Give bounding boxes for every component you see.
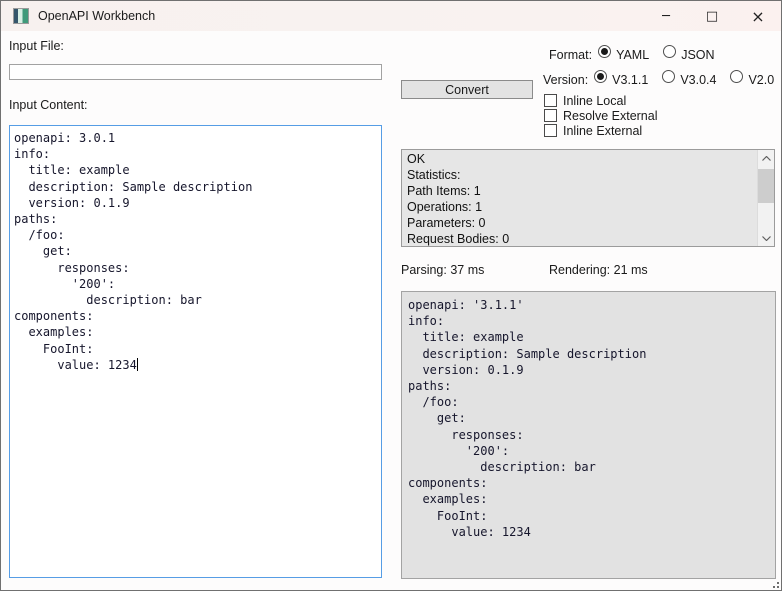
input-content-label: Input Content:: [9, 98, 88, 112]
checkbox-row-inline-external[interactable]: Inline External: [544, 123, 642, 138]
resolve-external-label[interactable]: Resolve External: [563, 109, 658, 123]
status-line: Parameters: 0: [407, 215, 774, 231]
radio-version-v304[interactable]: [662, 70, 675, 83]
format-label: Format:: [549, 48, 592, 62]
checkbox-row-inline-local[interactable]: Inline Local: [544, 93, 626, 108]
status-line: Statistics:: [407, 167, 774, 183]
radio-version-v304-label[interactable]: V3.0.4: [680, 73, 716, 87]
radio-version-v311[interactable]: [594, 70, 607, 83]
inline-external-checkbox[interactable]: [544, 124, 557, 137]
status-line: Request Bodies: 0: [407, 231, 774, 247]
titlebar[interactable]: OpenAPI Workbench ─ □ ×: [1, 1, 781, 31]
parsing-time-label: Parsing: 37 ms: [401, 263, 484, 277]
scrollbar-thumb[interactable]: [758, 169, 775, 203]
status-lines: OK Statistics: Path Items: 1 Operations:…: [402, 150, 774, 247]
input-file-label: Input File:: [9, 39, 64, 53]
app-window: OpenAPI Workbench ─ □ × Input File: Inpu…: [0, 0, 782, 591]
radio-format-json[interactable]: [663, 45, 676, 58]
status-panel: OK Statistics: Path Items: 1 Operations:…: [401, 149, 775, 247]
inline-external-label[interactable]: Inline External: [563, 124, 642, 138]
window-controls: ─ □ ×: [643, 1, 781, 31]
radio-version-v20-label[interactable]: V2.0: [748, 73, 774, 87]
status-line: Operations: 1: [407, 199, 774, 215]
window-title: OpenAPI Workbench: [38, 9, 155, 23]
input-content-editor[interactable]: openapi: 3.0.1 info: title: example desc…: [9, 125, 382, 578]
close-button[interactable]: ×: [735, 1, 781, 31]
input-file-field[interactable]: [9, 64, 382, 80]
minimize-button[interactable]: ─: [643, 1, 689, 31]
radio-format-yaml[interactable]: [598, 45, 611, 58]
radio-version-v20[interactable]: [730, 70, 743, 83]
version-row: Version: V3.1.1 V3.0.4 V2.0: [543, 72, 782, 88]
checkbox-row-resolve-external[interactable]: Resolve External: [544, 108, 658, 123]
scroll-down-icon[interactable]: [758, 230, 775, 246]
radio-version-v311-label[interactable]: V3.1.1: [612, 73, 648, 87]
rendering-time-label: Rendering: 21 ms: [549, 263, 648, 277]
scroll-up-icon[interactable]: [758, 150, 775, 166]
maximize-button[interactable]: □: [689, 1, 735, 31]
inline-local-checkbox[interactable]: [544, 94, 557, 107]
inline-local-label[interactable]: Inline Local: [563, 94, 626, 108]
resize-grip-icon[interactable]: [770, 579, 779, 588]
app-icon: [13, 8, 29, 24]
output-content-view[interactable]: openapi: '3.1.1' info: title: example de…: [401, 291, 776, 579]
radio-format-json-label[interactable]: JSON: [681, 48, 714, 62]
resolve-external-checkbox[interactable]: [544, 109, 557, 122]
status-scrollbar[interactable]: [757, 150, 774, 246]
convert-button[interactable]: Convert: [401, 80, 533, 99]
version-label: Version:: [543, 73, 588, 87]
radio-format-yaml-label[interactable]: YAML: [616, 48, 649, 62]
status-line: OK: [407, 151, 774, 167]
status-line: Path Items: 1: [407, 183, 774, 199]
format-row: Format: YAML JSON: [549, 47, 729, 63]
